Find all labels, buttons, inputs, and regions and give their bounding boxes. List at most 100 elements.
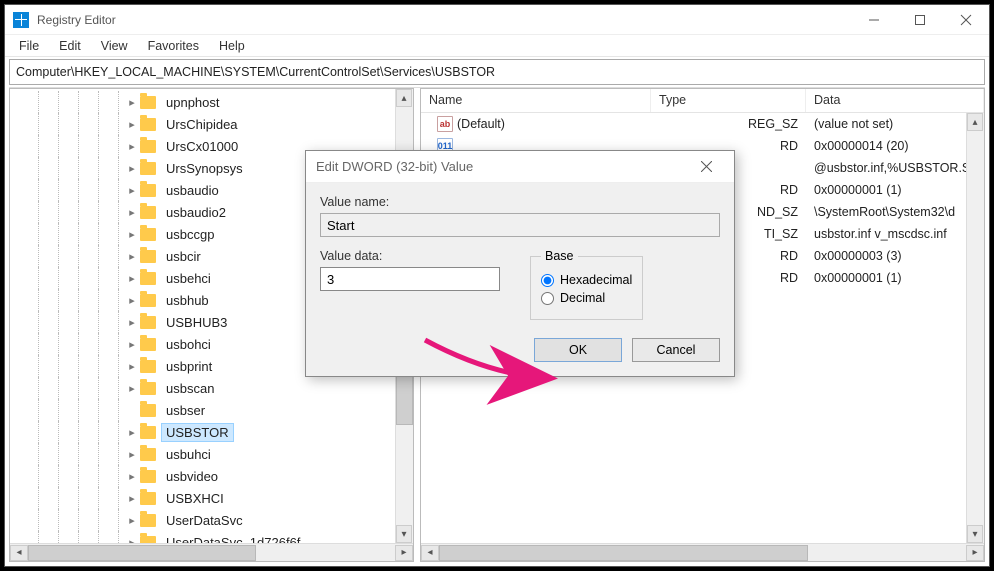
tree-item-userdatasvc_1d726f6f[interactable]: ▸ UserDataSvc_1d726f6f bbox=[10, 531, 413, 543]
tree-item-label: UrsCx01000 bbox=[162, 138, 242, 155]
maximize-button[interactable] bbox=[897, 5, 943, 35]
chevron-right-icon[interactable]: ▸ bbox=[126, 316, 138, 329]
chevron-right-icon[interactable]: ▸ bbox=[126, 294, 138, 307]
scroll-up-icon[interactable]: ▴ bbox=[396, 89, 412, 107]
tree-item-usbvideo[interactable]: ▸ usbvideo bbox=[10, 465, 413, 487]
scroll-thumb[interactable] bbox=[439, 545, 808, 561]
scroll-thumb[interactable] bbox=[28, 545, 256, 561]
menu-view[interactable]: View bbox=[93, 37, 136, 55]
folder-icon bbox=[140, 316, 156, 329]
scroll-up-icon[interactable]: ▴ bbox=[967, 113, 983, 131]
ok-button[interactable]: OK bbox=[534, 338, 622, 362]
base-dec-input[interactable] bbox=[541, 292, 554, 305]
titlebar[interactable]: Registry Editor bbox=[5, 5, 989, 35]
window-title: Registry Editor bbox=[37, 13, 851, 27]
folder-icon bbox=[140, 272, 156, 285]
scroll-left-icon[interactable]: ◂ bbox=[10, 545, 28, 561]
list-row[interactable]: ab(Default)REG_SZ(value not set) bbox=[421, 113, 966, 135]
tree-item-label: USBSTOR bbox=[162, 424, 233, 441]
value-data: \SystemRoot\System32\d bbox=[806, 205, 966, 219]
chevron-right-icon[interactable]: ▸ bbox=[126, 448, 138, 461]
tree-item-usbser[interactable]: usbser bbox=[10, 399, 413, 421]
chevron-right-icon[interactable]: ▸ bbox=[126, 514, 138, 527]
chevron-right-icon[interactable]: ▸ bbox=[126, 382, 138, 395]
chevron-right-icon[interactable]: ▸ bbox=[126, 360, 138, 373]
chevron-right-icon[interactable]: ▸ bbox=[126, 338, 138, 351]
menu-help[interactable]: Help bbox=[211, 37, 253, 55]
base-legend: Base bbox=[541, 249, 578, 263]
base-hex-radio[interactable]: Hexadecimal bbox=[541, 273, 632, 287]
dialog-close-button[interactable] bbox=[688, 155, 724, 179]
cancel-button[interactable]: Cancel bbox=[632, 338, 720, 362]
col-name[interactable]: Name bbox=[421, 89, 651, 112]
tree-item-urschipidea[interactable]: ▸ UrsChipidea bbox=[10, 113, 413, 135]
close-button[interactable] bbox=[943, 5, 989, 35]
chevron-right-icon[interactable]: ▸ bbox=[126, 228, 138, 241]
list-horizontal-scrollbar[interactable]: ◂ ▸ bbox=[421, 543, 984, 561]
value-name-field[interactable] bbox=[320, 213, 720, 237]
scroll-down-icon[interactable]: ▾ bbox=[967, 525, 983, 543]
chevron-right-icon[interactable]: ▸ bbox=[126, 470, 138, 483]
folder-icon bbox=[140, 250, 156, 263]
chevron-right-icon[interactable]: ▸ bbox=[126, 96, 138, 109]
tree-item-label: usbehci bbox=[162, 270, 215, 287]
dialog-title: Edit DWORD (32-bit) Value bbox=[316, 159, 688, 174]
dialog-body: Value name: Value data: Base Hexadecimal… bbox=[306, 183, 734, 376]
value-data: 0x00000014 (20) bbox=[806, 139, 966, 153]
tree-item-label: usbhub bbox=[162, 292, 213, 309]
value-data: 0x00000003 (3) bbox=[806, 249, 966, 263]
value-type: REG_SZ bbox=[651, 117, 806, 131]
tree-item-label: usbvideo bbox=[162, 468, 222, 485]
list-vertical-scrollbar[interactable]: ▴ ▾ bbox=[966, 113, 984, 543]
value-data: usbstor.inf v_mscdsc.inf bbox=[806, 227, 966, 241]
scroll-down-icon[interactable]: ▾ bbox=[396, 525, 412, 543]
value-data: (value not set) bbox=[806, 117, 966, 131]
tree-item-userdatasvc[interactable]: ▸UserDataSvc bbox=[10, 509, 413, 531]
folder-icon bbox=[140, 96, 156, 109]
chevron-right-icon[interactable]: ▸ bbox=[126, 250, 138, 263]
chevron-right-icon[interactable]: ▸ bbox=[126, 426, 138, 439]
value-data-field[interactable] bbox=[320, 267, 500, 291]
scroll-right-icon[interactable]: ▸ bbox=[395, 545, 413, 561]
col-data[interactable]: Data bbox=[806, 89, 984, 112]
minimize-button[interactable] bbox=[851, 5, 897, 35]
tree-item-label: usbscan bbox=[162, 380, 218, 397]
tree-item-usbstor[interactable]: ▸ USBSTOR bbox=[10, 421, 413, 443]
folder-icon bbox=[140, 426, 156, 439]
tree-item-label: usbuhci bbox=[162, 446, 215, 463]
menu-file[interactable]: File bbox=[11, 37, 47, 55]
menu-favorites[interactable]: Favorites bbox=[140, 37, 207, 55]
tree-item-usbscan[interactable]: ▸ usbscan bbox=[10, 377, 413, 399]
chevron-right-icon[interactable]: ▸ bbox=[126, 272, 138, 285]
chevron-right-icon[interactable]: ▸ bbox=[126, 492, 138, 505]
base-hex-label: Hexadecimal bbox=[560, 273, 632, 287]
folder-icon bbox=[140, 206, 156, 219]
base-dec-radio[interactable]: Decimal bbox=[541, 291, 632, 305]
string-value-icon: ab bbox=[437, 116, 453, 132]
tree-item-usbuhci[interactable]: ▸ usbuhci bbox=[10, 443, 413, 465]
tree-item-usbxhci[interactable]: ▸USBXHCI bbox=[10, 487, 413, 509]
tree-item-label: USBHUB3 bbox=[162, 314, 231, 331]
tree-item-label: UrsChipidea bbox=[162, 116, 242, 133]
folder-icon bbox=[140, 470, 156, 483]
value-name-label: Value name: bbox=[320, 195, 720, 209]
base-dec-label: Decimal bbox=[560, 291, 605, 305]
chevron-right-icon[interactable]: ▸ bbox=[126, 184, 138, 197]
tree-item-upnphost[interactable]: ▸upnphost bbox=[10, 91, 413, 113]
dialog-titlebar[interactable]: Edit DWORD (32-bit) Value bbox=[306, 151, 734, 183]
scroll-left-icon[interactable]: ◂ bbox=[421, 545, 439, 561]
address-bar[interactable]: Computer\HKEY_LOCAL_MACHINE\SYSTEM\Curre… bbox=[9, 59, 985, 85]
chevron-right-icon[interactable]: ▸ bbox=[126, 140, 138, 153]
chevron-right-icon[interactable]: ▸ bbox=[126, 162, 138, 175]
tree-horizontal-scrollbar[interactable]: ◂ ▸ bbox=[10, 543, 413, 561]
chevron-right-icon[interactable]: ▸ bbox=[126, 118, 138, 131]
menu-edit[interactable]: Edit bbox=[51, 37, 89, 55]
folder-icon bbox=[140, 360, 156, 373]
chevron-right-icon[interactable]: ▸ bbox=[126, 206, 138, 219]
value-data: 0x00000001 (1) bbox=[806, 271, 966, 285]
scroll-right-icon[interactable]: ▸ bbox=[966, 545, 984, 561]
chevron-right-icon[interactable]: ▸ bbox=[126, 536, 138, 544]
col-type[interactable]: Type bbox=[651, 89, 806, 112]
base-hex-input[interactable] bbox=[541, 274, 554, 287]
tree-item-label: UserDataSvc_1d726f6f bbox=[162, 534, 304, 544]
